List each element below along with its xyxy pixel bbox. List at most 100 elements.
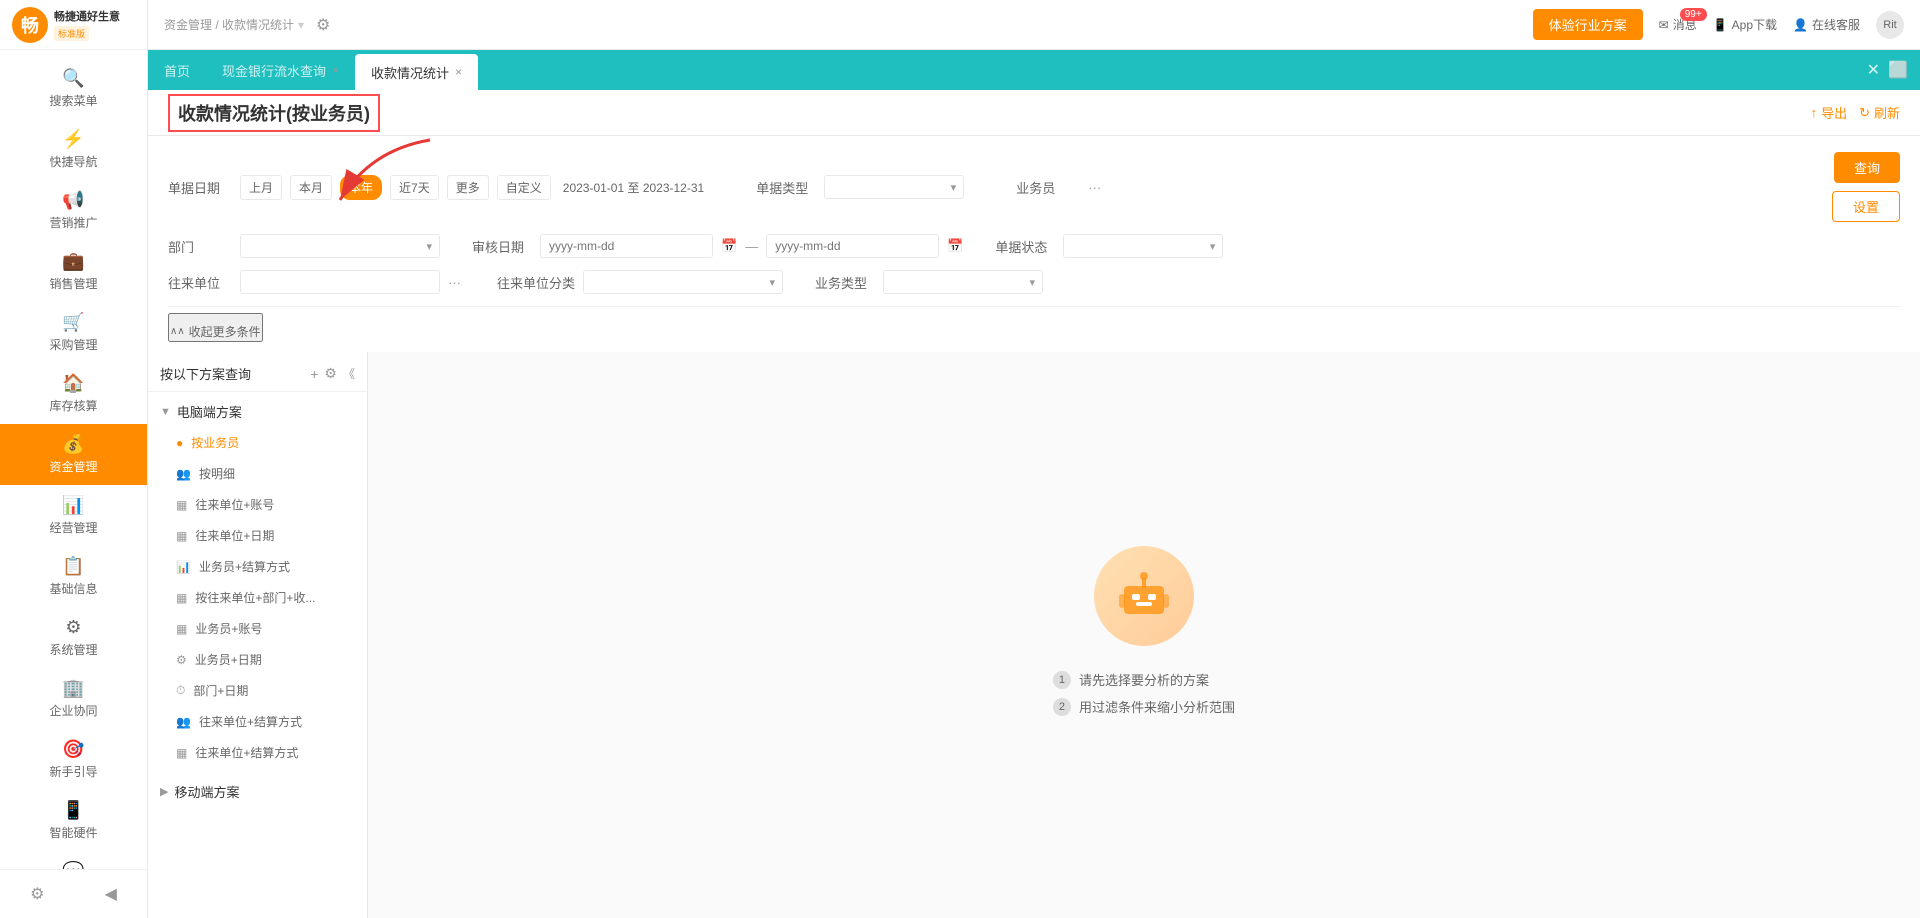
- refresh-icon: ↻: [1859, 105, 1870, 121]
- panel-add-btn[interactable]: +: [310, 366, 318, 382]
- date-btn-7days[interactable]: 近7天: [390, 175, 439, 200]
- date-btn-more[interactable]: 更多: [447, 175, 489, 200]
- window-close-icon[interactable]: ✕: [1867, 60, 1880, 80]
- doc-status-select-wrapper: [1063, 234, 1223, 258]
- partner-label: 往来单位: [168, 273, 228, 292]
- date-btn-last-month[interactable]: 上月: [240, 175, 282, 200]
- date-label: 单据日期: [168, 178, 228, 197]
- sidebar-item-label: 系统管理: [49, 641, 97, 658]
- schema-item-partner-account[interactable]: ▦ 往来单位+账号: [148, 489, 367, 520]
- collapse-btn[interactable]: ∧∧ 收起更多条件: [168, 313, 263, 342]
- biz-type-select[interactable]: [883, 270, 1043, 294]
- refresh-btn[interactable]: ↻ 刷新: [1859, 103, 1900, 122]
- partner-category-select[interactable]: [583, 270, 783, 294]
- date-range-display: 2023-01-01 至 2023-12-31: [563, 179, 704, 196]
- user-avatar[interactable]: Rit: [1876, 11, 1904, 39]
- schema-item-by-detail[interactable]: 👥 按明细: [148, 458, 367, 489]
- sidebar-item-system[interactable]: ⚙ 系统管理: [0, 607, 147, 668]
- calendar-icon-to[interactable]: 📅: [947, 238, 963, 254]
- schema-item-partner-dept-collect[interactable]: ▦ 按往来单位+部门+收...: [148, 582, 367, 613]
- trial-btn[interactable]: 体验行业方案: [1533, 9, 1643, 40]
- export-btn[interactable]: ↑ 导出: [1811, 103, 1848, 122]
- query-btn[interactable]: 查询: [1834, 152, 1900, 183]
- partner-more-icon[interactable]: ···: [444, 275, 465, 290]
- salesperson-more-icon[interactable]: ···: [1084, 180, 1105, 195]
- date-btn-this-year[interactable]: 本年: [340, 175, 382, 200]
- panel-collapse-btn[interactable]: 《: [343, 365, 355, 382]
- calendar-icon-from[interactable]: 📅: [721, 238, 737, 254]
- item-icon-2: ▦: [176, 498, 187, 512]
- logo-text: 畅捷通好生意 标准版: [54, 8, 120, 41]
- sidebar-item-label: 采购管理: [49, 336, 97, 353]
- panel-settings-btn[interactable]: ⚙: [324, 365, 337, 382]
- sidebar-item-quick-nav[interactable]: ⚡ 快捷导航: [0, 119, 147, 180]
- schema-item-partner-settle2[interactable]: ▦ 往来单位+结算方式: [148, 737, 367, 768]
- sidebar-item-label: 销售管理: [49, 275, 97, 292]
- window-maximize-icon[interactable]: ⬜: [1888, 60, 1908, 80]
- tab-collection-stats-close[interactable]: ×: [455, 65, 462, 79]
- sidebar-item-smart-hw[interactable]: 📱 智能硬件: [0, 790, 147, 851]
- message-btn[interactable]: ✉ 消息 99+: [1659, 16, 1697, 33]
- dept-label: 部门: [168, 237, 228, 256]
- doc-status-label: 单据状态: [995, 237, 1055, 256]
- search-menu-icon: 🔍: [62, 68, 84, 89]
- schema-item-by-salesperson[interactable]: ● 按业务员: [148, 427, 367, 458]
- schema-item-dept-date[interactable]: ⏱ 部门+日期: [148, 675, 367, 706]
- sidebar-item-finance[interactable]: 💰 资金管理: [0, 424, 147, 485]
- sidebar-item-base-info[interactable]: 📋 基础信息: [0, 546, 147, 607]
- sidebar-item-inventory[interactable]: 🏠 库存核算: [0, 363, 147, 424]
- sidebar-item-wechat[interactable]: 💬 企业微信: [0, 851, 147, 869]
- logo-area: 畅 畅捷通好生意 标准版: [0, 0, 147, 50]
- filter-row-dept: 部门 审核日期 📅 — 📅 单据状态: [168, 234, 1900, 258]
- schema-item-partner-settle1[interactable]: 👥 往来单位+结算方式: [148, 706, 367, 737]
- app-download-link[interactable]: 📱 App下载: [1713, 16, 1777, 33]
- sidebar-item-marketing[interactable]: 📢 营销推广: [0, 180, 147, 241]
- schema-item-salesperson-account[interactable]: ▦ 业务员+账号: [148, 613, 367, 644]
- purchase-icon: 🛒: [62, 312, 84, 333]
- schema-group-mobile-header[interactable]: ▶ 移动端方案: [148, 776, 367, 807]
- sidebar-item-sales[interactable]: 💼 销售管理: [0, 241, 147, 302]
- schema-item-partner-date[interactable]: ▦ 往来单位+日期: [148, 520, 367, 551]
- sidebar-item-label: 快捷导航: [49, 153, 97, 170]
- schema-item-salesperson-settle[interactable]: 📊 业务员+结算方式: [148, 551, 367, 582]
- doc-type-select[interactable]: [824, 175, 964, 199]
- settings-btn[interactable]: 设置: [1832, 191, 1900, 222]
- sidebar-settings-icon[interactable]: ⚙: [24, 878, 50, 910]
- review-date-from-input[interactable]: [540, 234, 713, 258]
- tab-collection-stats[interactable]: 收款情况统计 ×: [355, 54, 478, 90]
- sidebar-item-purchase[interactable]: 🛒 采购管理: [0, 302, 147, 363]
- marketing-icon: 📢: [62, 190, 84, 211]
- filter-row-partner: 往来单位 ··· 往来单位分类 业务类型: [168, 270, 1900, 294]
- window-controls: ✕ ⬜: [1867, 50, 1920, 90]
- message-badge: 99+: [1680, 8, 1707, 21]
- tab-bank-flow-close[interactable]: ×: [332, 63, 339, 77]
- page-header: 收款情况统计(按业务员) ↑ 导出 ↻ 刷新: [148, 90, 1920, 136]
- sidebar-item-enterprise[interactable]: 🏢 企业协同: [0, 668, 147, 729]
- tab-bank-flow[interactable]: 现金银行流水查询 ×: [206, 50, 355, 90]
- date-btn-custom[interactable]: 自定义: [497, 175, 551, 200]
- operation-icon: 📊: [62, 495, 84, 516]
- schema-group-pc-header[interactable]: ▼ 电脑端方案: [148, 396, 367, 427]
- empty-step-1: 1 请先选择要分析的方案: [1053, 670, 1235, 689]
- item-icon-10: ▦: [176, 746, 187, 760]
- left-panel-title: 按以下方案查询: [160, 364, 304, 383]
- online-service-link[interactable]: 👤 在线客服: [1793, 16, 1860, 33]
- sidebar-collapse-icon[interactable]: ◀: [99, 878, 123, 910]
- review-date-to-input[interactable]: [766, 234, 939, 258]
- sidebar-item-guide[interactable]: 🎯 新手引导: [0, 729, 147, 790]
- sidebar-item-operation[interactable]: 📊 经营管理: [0, 485, 147, 546]
- partner-input[interactable]: [240, 270, 440, 294]
- date-btn-this-month[interactable]: 本月: [290, 175, 332, 200]
- content-area: 收款情况统计(按业务员) ↑ 导出 ↻ 刷新 单据日期 上月 本月 本年: [148, 90, 1920, 918]
- topbar-settings-icon[interactable]: ⚙: [316, 15, 330, 35]
- right-content: 1 请先选择要分析的方案 2 用过滤条件来缩小分析范围: [368, 352, 1920, 918]
- doc-status-select[interactable]: [1063, 234, 1223, 258]
- item-icon-1: 👥: [176, 467, 191, 481]
- dept-select[interactable]: [240, 234, 440, 258]
- sidebar-item-search-menu[interactable]: 🔍 搜索菜单: [0, 58, 147, 119]
- topbar-actions: 体验行业方案 ✉ 消息 99+ 📱 App下载 👤 在线客服 Rit: [1533, 9, 1904, 40]
- schema-item-salesperson-date[interactable]: ⚙ 业务员+日期: [148, 644, 367, 675]
- schema-group-pc-label: 电脑端方案: [177, 402, 242, 421]
- sidebar-item-label: 智能硬件: [49, 824, 97, 841]
- tab-home[interactable]: 首页: [148, 50, 206, 90]
